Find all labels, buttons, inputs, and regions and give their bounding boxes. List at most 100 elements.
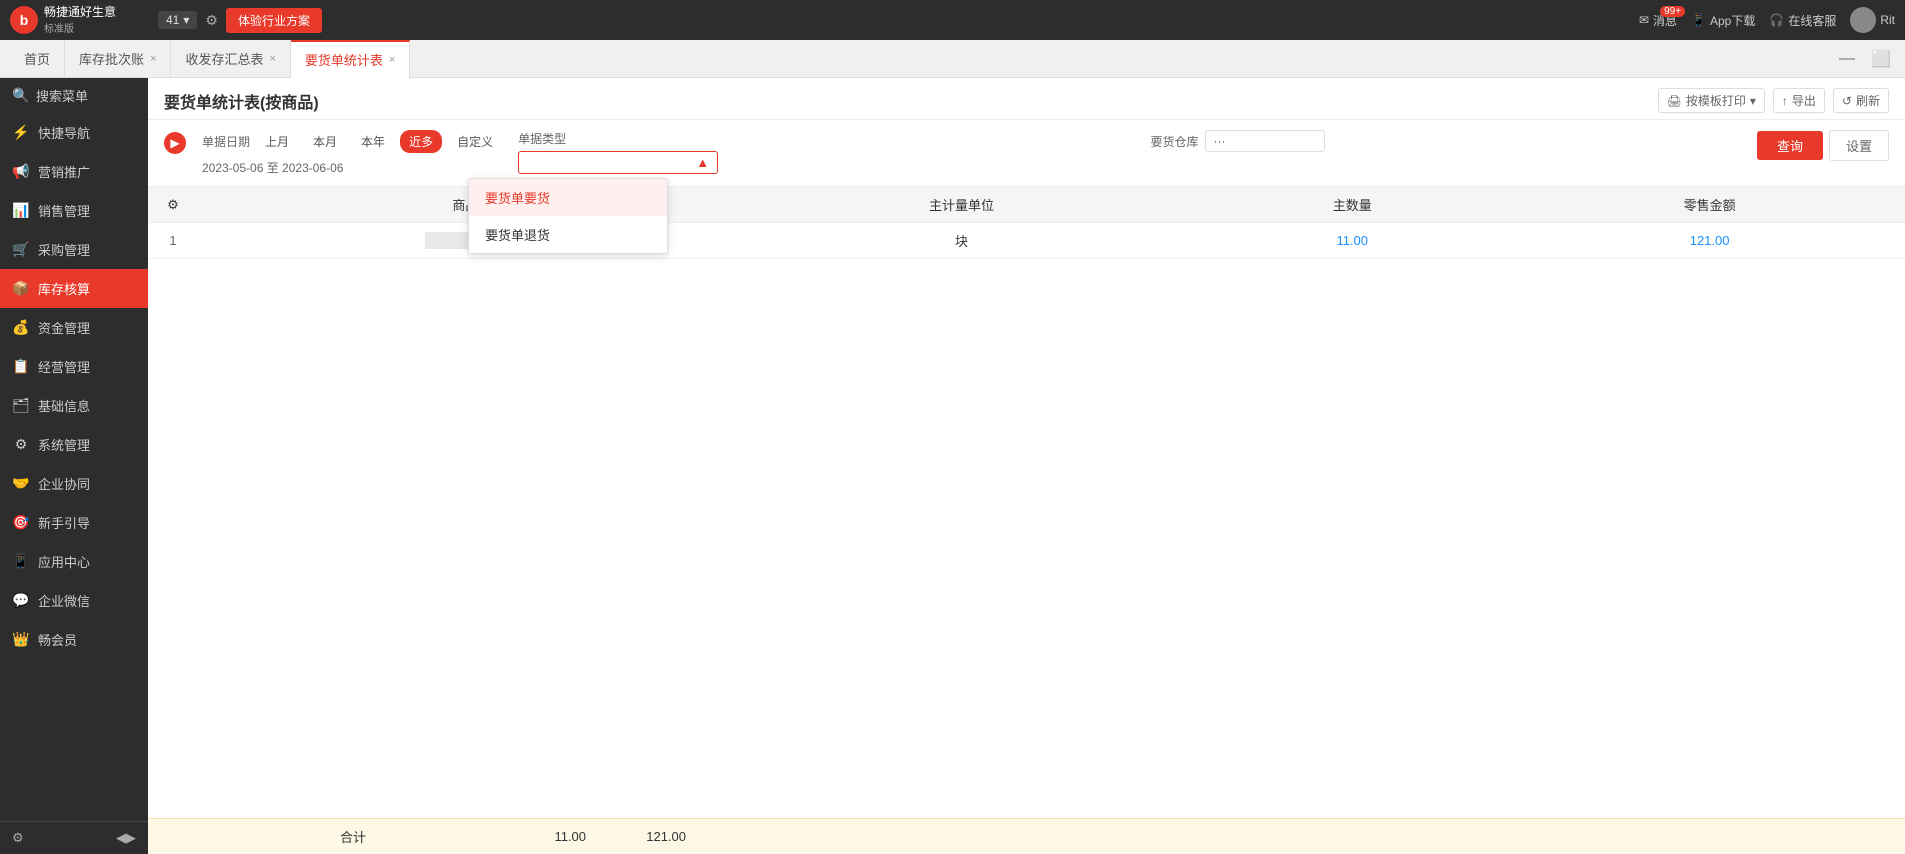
custom-date-btn[interactable]: 自定义 (448, 130, 502, 153)
sales-icon: 📊 (12, 202, 30, 220)
row-unit: 块 (733, 223, 1191, 259)
settings-icon: ⚙ (167, 197, 179, 212)
industry-button[interactable]: 体验行业方案 (226, 8, 322, 33)
table-header-settings[interactable]: ⚙ (148, 187, 198, 223)
tab-minimize-icon[interactable]: — (1835, 50, 1859, 68)
sidebar-item-marketing[interactable]: 📢 营销推广 (0, 152, 148, 191)
enterprise-icon: 🤝 (12, 475, 30, 493)
total-quantity: 11.00 (526, 829, 586, 844)
refresh-label: 刷新 (1856, 92, 1880, 109)
sidebar-wechat-label: 企业微信 (38, 591, 90, 610)
sidebar-finance-label: 资金管理 (38, 318, 90, 337)
store-name: 41 (166, 13, 179, 27)
tab-order-summary[interactable]: 要货单统计表 × (291, 40, 410, 78)
last-7-days-btn[interactable]: 近多 (400, 130, 442, 153)
quick-nav-icon: ⚡ (12, 124, 30, 142)
refresh-icon: ↺ (1842, 94, 1852, 108)
refresh-button[interactable]: ↺ 刷新 (1833, 88, 1889, 113)
print-template-label: 按模板打印 (1686, 92, 1746, 109)
tab-receive-summary[interactable]: 收发存汇总表 × (171, 40, 290, 78)
date-filters: 单据日期 上月 本月 本年 近多 自定义 (202, 130, 502, 153)
content-area: 要货单统计表(按商品) 🖨 按模板打印 ▾ ↑ 导出 ↺ 刷新 ▶ (148, 78, 1905, 854)
sidebar-basics-label: 基础信息 (38, 396, 90, 415)
sidebar-item-search[interactable]: 🔍 搜索菜单 (0, 78, 148, 113)
filter-bar: ▶ 单据日期 上月 本月 本年 近多 自定义 2023-05-06 至 2023… (148, 120, 1905, 187)
purchase-icon: 🛒 (12, 241, 30, 259)
sidebar-item-enterprise[interactable]: 🤝 企业协同 (0, 464, 148, 503)
type-filter-group: 单据类型 ▲ (518, 130, 718, 174)
sidebar-item-inventory[interactable]: 📦 库存核算 (0, 269, 148, 308)
sidebar-quick-nav-label: 快捷导航 (38, 123, 90, 142)
top-header: b 畅捷通好生意 标准版 41 ▾ ⚙ 体验行业方案 ✉ 消息 99+ 📱 Ap… (0, 0, 1905, 40)
total-label: 合计 (340, 827, 366, 846)
sidebar-marketing-label: 营销推广 (38, 162, 90, 181)
header-middle: 41 ▾ ⚙ 体验行业方案 (158, 8, 1639, 33)
total-bar: 合计 11.00 121.00 (148, 818, 1905, 854)
user-profile[interactable]: Rit (1850, 7, 1895, 33)
sidebar-collapse-icon[interactable]: ◀▶ (116, 830, 136, 846)
tab-maximize-icon[interactable]: ⬜ (1867, 49, 1895, 69)
sidebar-item-basics[interactable]: 🗂 基础信息 (0, 386, 148, 425)
this-year-btn[interactable]: 本年 (352, 130, 394, 153)
tab-receive-summary-close[interactable]: × (269, 53, 275, 65)
finance-icon: 💰 (12, 319, 30, 337)
app-version: 标准版 (44, 20, 116, 35)
sidebar-item-quick-nav[interactable]: ⚡ 快捷导航 (0, 113, 148, 152)
app-download-button[interactable]: 📱 App下载 (1691, 12, 1755, 29)
online-service-label: 在线客服 (1788, 12, 1836, 29)
tab-stock-batch[interactable]: 库存批次账 × (65, 40, 171, 78)
settings-bottom-icon[interactable]: ⚙ (12, 830, 24, 846)
dropdown-option-order-return[interactable]: 要货单退货 (469, 216, 667, 253)
message-button[interactable]: ✉ 消息 99+ (1639, 12, 1677, 29)
sidebar-item-guide[interactable]: 🎯 新手引导 (0, 503, 148, 542)
sidebar-item-apps[interactable]: 📱 应用中心 (0, 542, 148, 581)
sidebar-item-wechat[interactable]: 💬 企业微信 (0, 581, 148, 620)
warehouse-select[interactable]: ··· (1205, 130, 1325, 152)
dropdown-option-order-delivery[interactable]: 要货单要货 (469, 179, 667, 216)
members-icon: 👑 (12, 631, 30, 649)
header-right: ✉ 消息 99+ 📱 App下载 🎧 在线客服 Rit (1639, 7, 1895, 33)
sidebar-item-operations[interactable]: 📋 经营管理 (0, 347, 148, 386)
page-title-bar: 要货单统计表(按商品) 🖨 按模板打印 ▾ ↑ 导出 ↺ 刷新 (148, 78, 1905, 120)
date-range-display: 2023-05-06 至 2023-06-06 (202, 159, 502, 176)
filter-buttons: 查询 设置 (1757, 130, 1889, 161)
total-amount: 121.00 (626, 829, 686, 844)
sidebar-item-system[interactable]: ⚙ 系统管理 (0, 425, 148, 464)
store-selector[interactable]: 41 ▾ (158, 11, 197, 29)
type-select[interactable]: ▲ (518, 151, 718, 174)
export-button[interactable]: ↑ 导出 (1773, 88, 1825, 113)
marketing-icon: 📢 (12, 163, 30, 181)
chevron-down-icon: ▾ (1750, 94, 1756, 108)
sidebar-item-finance[interactable]: 💰 资金管理 (0, 308, 148, 347)
wechat-icon: 💬 (12, 592, 30, 610)
sidebar-item-purchase[interactable]: 🛒 采购管理 (0, 230, 148, 269)
app-name: 畅捷通好生意 (44, 5, 116, 21)
tab-home[interactable]: 首页 (10, 40, 65, 78)
filter-settings-button[interactable]: 设置 (1829, 130, 1889, 161)
page-actions: 🖨 按模板打印 ▾ ↑ 导出 ↺ 刷新 (1658, 88, 1889, 113)
gear-icon[interactable]: ⚙ (205, 12, 218, 29)
last-month-btn[interactable]: 上月 (256, 130, 298, 153)
logo-icon: b (10, 6, 38, 34)
table-header-quantity: 主数量 (1190, 187, 1514, 223)
row-amount: 121.00 (1514, 223, 1905, 259)
search-icon: 🔍 (12, 87, 30, 105)
tab-bar-actions: — ⬜ (1835, 49, 1895, 69)
sidebar-members-label: 畅会员 (38, 630, 77, 649)
filter-expand-button[interactable]: ▶ (164, 132, 186, 154)
inventory-icon: 📦 (12, 280, 30, 298)
tab-stock-batch-close[interactable]: × (150, 53, 156, 65)
row-quantity: 11.00 (1190, 223, 1514, 259)
basics-icon: 🗂 (12, 397, 30, 415)
sidebar-item-members[interactable]: 👑 畅会员 (0, 620, 148, 659)
tab-bar: 首页 库存批次账 × 收发存汇总表 × 要货单统计表 × — ⬜ (0, 40, 1905, 78)
tab-order-summary-close[interactable]: × (389, 54, 395, 66)
online-service-button[interactable]: 🎧 在线客服 (1769, 12, 1836, 29)
print-template-button[interactable]: 🖨 按模板打印 ▾ (1658, 88, 1765, 113)
this-month-btn[interactable]: 本月 (304, 130, 346, 153)
type-input[interactable] (527, 156, 692, 170)
download-icon: 📱 (1691, 13, 1706, 27)
sidebar-item-sales[interactable]: 📊 销售管理 (0, 191, 148, 230)
query-button[interactable]: 查询 (1757, 131, 1823, 160)
sidebar-search-label: 搜索菜单 (36, 86, 88, 105)
